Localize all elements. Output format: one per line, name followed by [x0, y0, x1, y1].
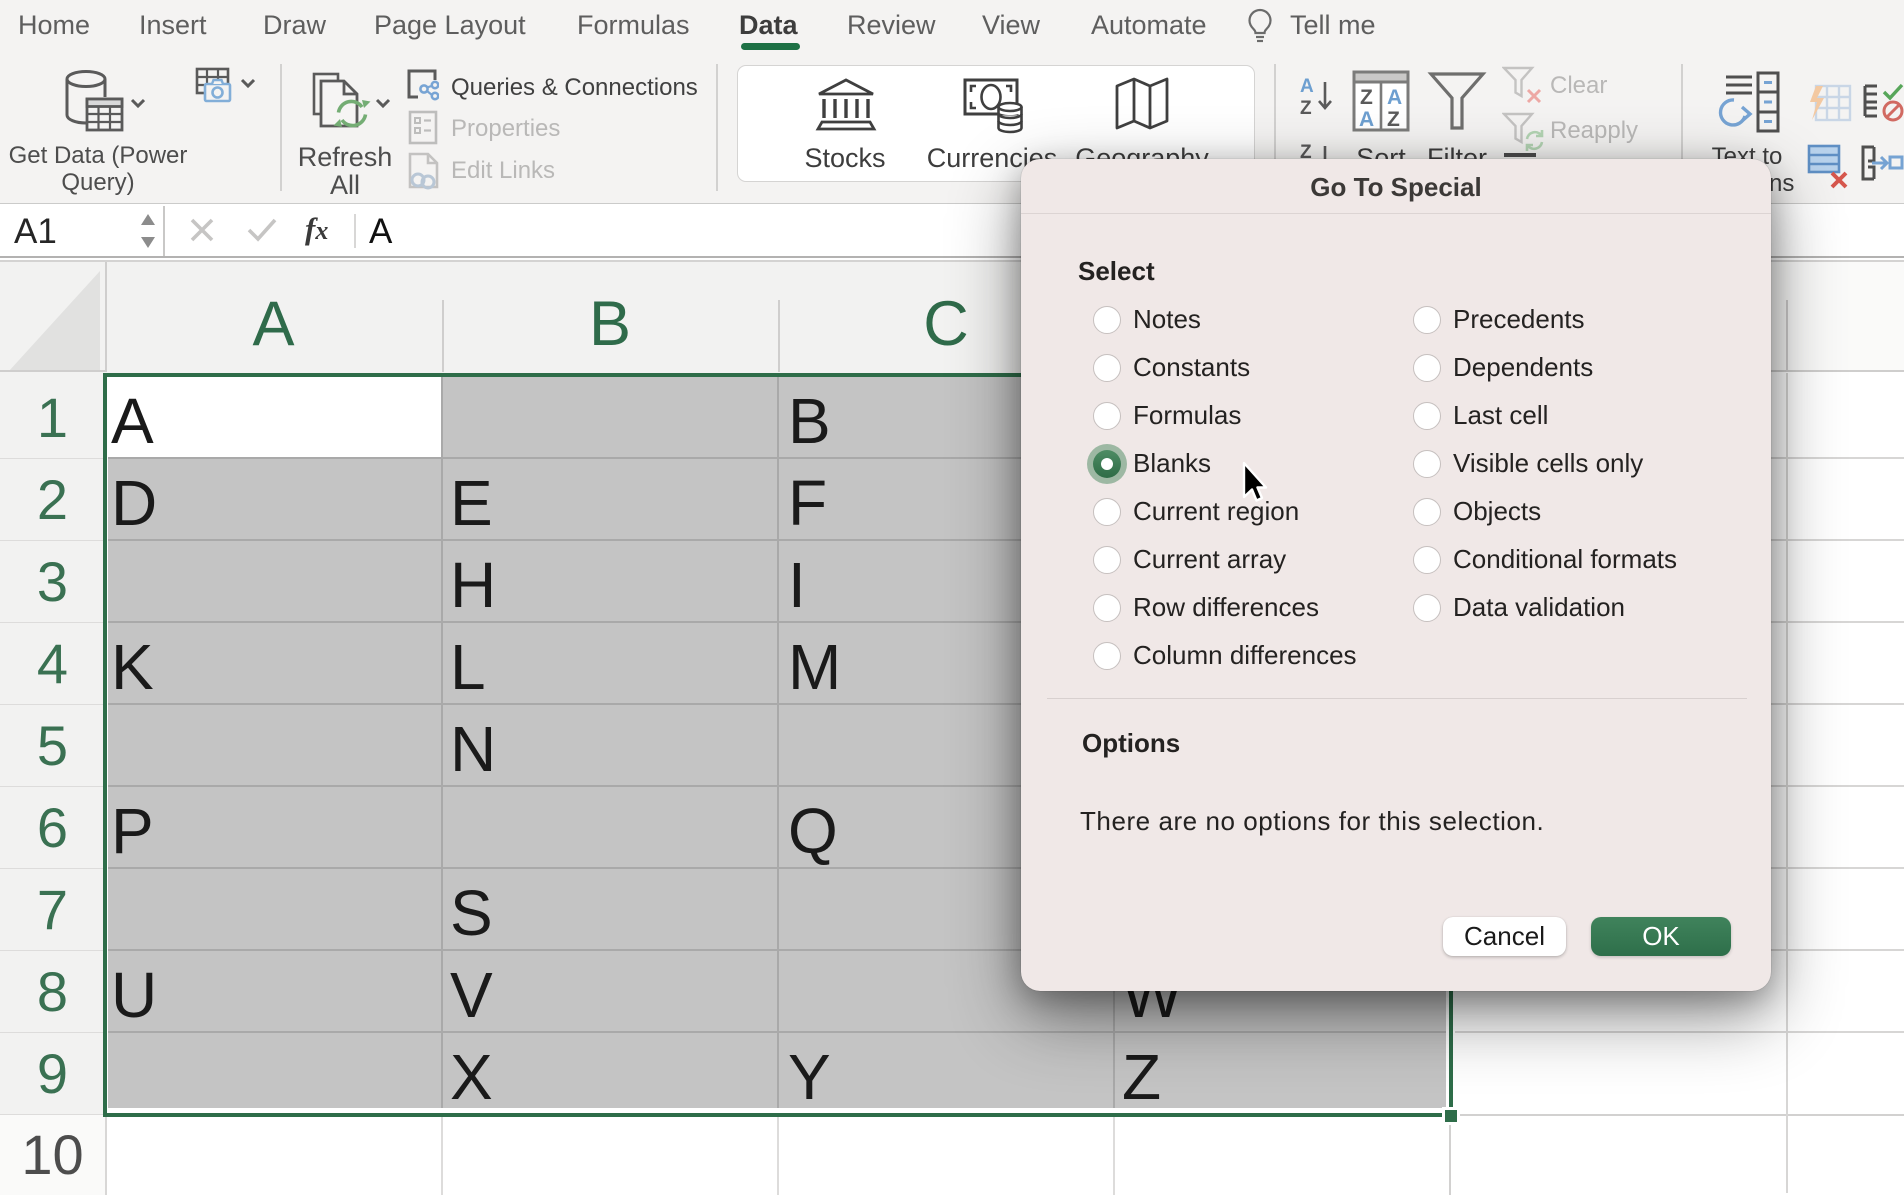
svg-text:Z: Z	[1387, 108, 1400, 131]
svg-text:A: A	[1359, 108, 1374, 131]
svg-text:A: A	[1300, 76, 1314, 97]
svg-text:Z: Z	[1360, 86, 1373, 109]
svg-text:A: A	[1387, 86, 1402, 109]
svg-text:Z: Z	[1300, 142, 1312, 160]
svg-text:Z: Z	[1300, 98, 1312, 118]
